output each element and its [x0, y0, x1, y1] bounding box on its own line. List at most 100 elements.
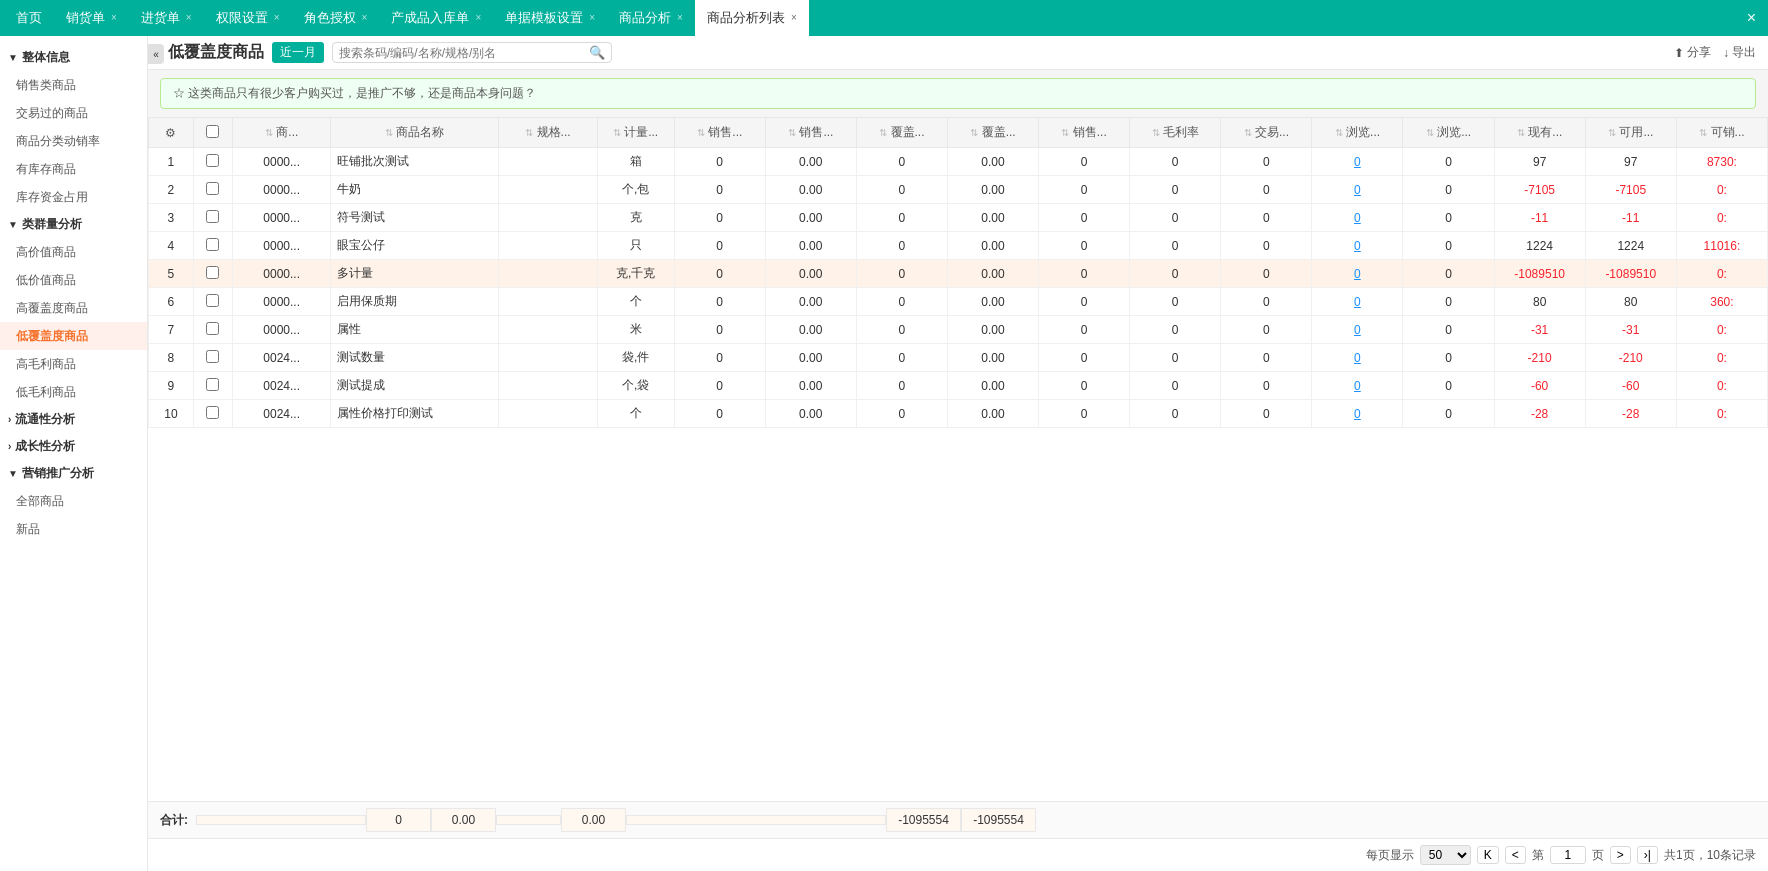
sidebar-item-high-margin[interactable]: 高毛利商品	[0, 350, 147, 378]
prev-page-button[interactable]: <	[1505, 846, 1526, 864]
next-page-button[interactable]: >	[1610, 846, 1631, 864]
sidebar-item-sales-goods[interactable]: 销售类商品	[0, 71, 147, 99]
sidebar-item-high-coverage[interactable]: 高覆盖度商品	[0, 294, 147, 322]
sidebar-item-inventory-capital[interactable]: 库存资金占用	[0, 183, 147, 211]
cell-browse1[interactable]: 0	[1312, 176, 1403, 204]
col-header-spec[interactable]: ⇅ 规格...	[499, 118, 597, 148]
row-checkbox[interactable]	[206, 378, 219, 391]
cell-check[interactable]	[193, 204, 232, 232]
per-page-select[interactable]: 50 10 20 100	[1420, 845, 1471, 865]
col-header-sales-times[interactable]: ⇅ 销售...	[1039, 118, 1130, 148]
nav-close-icon[interactable]: ×	[475, 0, 481, 36]
col-header-saleable[interactable]: ⇅ 可销...	[1676, 118, 1767, 148]
nav-role-auth[interactable]: 角色授权 ×	[292, 0, 380, 36]
cell-browse1[interactable]: 0	[1312, 344, 1403, 372]
nav-close-icon[interactable]: ×	[111, 0, 117, 36]
sidebar-item-stocked-goods[interactable]: 有库存商品	[0, 155, 147, 183]
nav-product-analysis[interactable]: 商品分析 ×	[607, 0, 695, 36]
nav-template-settings[interactable]: 单据模板设置 ×	[493, 0, 607, 36]
col-header-gross-rate[interactable]: ⇅ 毛利率	[1130, 118, 1221, 148]
sidebar-item-low-coverage[interactable]: 低覆盖度商品	[0, 322, 147, 350]
window-close-button[interactable]: ×	[1747, 9, 1764, 27]
page-number-input[interactable]	[1550, 846, 1586, 864]
cell-browse1[interactable]: 0	[1312, 260, 1403, 288]
col-header-sales-amt[interactable]: ⇅ 销售...	[765, 118, 856, 148]
cell-check[interactable]	[193, 260, 232, 288]
sidebar-item-category-rate[interactable]: 商品分类动销率	[0, 127, 147, 155]
col-header-settings[interactable]: ⚙	[149, 118, 194, 148]
cell-browse1[interactable]: 0	[1312, 316, 1403, 344]
period-button[interactable]: 近一月	[272, 42, 324, 63]
col-header-browse2[interactable]: ⇅ 浏览...	[1403, 118, 1494, 148]
sidebar-item-low-value[interactable]: 低价值商品	[0, 266, 147, 294]
nav-permission-settings[interactable]: 权限设置 ×	[204, 0, 292, 36]
row-checkbox[interactable]	[206, 210, 219, 223]
sidebar-item-all-goods[interactable]: 全部商品	[0, 487, 147, 515]
share-button[interactable]: ⬆ 分享	[1674, 44, 1711, 61]
cell-check[interactable]	[193, 232, 232, 260]
cell-available: 97	[1585, 148, 1676, 176]
col-header-browse1[interactable]: ⇅ 浏览...	[1312, 118, 1403, 148]
cell-check[interactable]	[193, 372, 232, 400]
nav-close-icon[interactable]: ×	[274, 0, 280, 36]
cell-check[interactable]	[193, 176, 232, 204]
col-header-sales-qty[interactable]: ⇅ 销售...	[674, 118, 765, 148]
nav-close-icon-active[interactable]: ×	[791, 0, 797, 36]
row-checkbox[interactable]	[206, 406, 219, 419]
nav-purchase-order[interactable]: 进货单 ×	[129, 0, 204, 36]
cell-check[interactable]	[193, 400, 232, 428]
row-checkbox[interactable]	[206, 322, 219, 335]
sidebar-item-new-goods[interactable]: 新品	[0, 515, 147, 543]
col-header-trade[interactable]: ⇅ 交易...	[1221, 118, 1312, 148]
row-checkbox[interactable]	[206, 294, 219, 307]
col-header-unit[interactable]: ⇅ 计量...	[597, 118, 674, 148]
sidebar-item-high-value[interactable]: 高价值商品	[0, 238, 147, 266]
total-records-info: 共1页，10条记录	[1664, 847, 1756, 864]
row-checkbox[interactable]	[206, 350, 219, 363]
first-page-button[interactable]: K	[1477, 846, 1499, 864]
row-checkbox[interactable]	[206, 238, 219, 251]
sidebar-section-overall[interactable]: ▼ 整体信息	[0, 44, 147, 71]
cell-check[interactable]	[193, 148, 232, 176]
cell-check[interactable]	[193, 344, 232, 372]
cell-browse1[interactable]: 0	[1312, 400, 1403, 428]
sidebar-section-liquidity[interactable]: › 流通性分析	[0, 406, 147, 433]
cell-check[interactable]	[193, 316, 232, 344]
col-header-coverage2[interactable]: ⇅ 覆盖...	[947, 118, 1038, 148]
sidebar-item-traded-goods[interactable]: 交易过的商品	[0, 99, 147, 127]
sidebar-section-growth[interactable]: › 成长性分析	[0, 433, 147, 460]
select-all-checkbox[interactable]	[206, 125, 219, 138]
last-page-button[interactable]: ›|	[1637, 846, 1658, 864]
col-header-available[interactable]: ⇅ 可用...	[1585, 118, 1676, 148]
nav-close-icon[interactable]: ×	[362, 0, 368, 36]
cell-check[interactable]	[193, 288, 232, 316]
sidebar-section-marketing[interactable]: ▼ 营销推广分析	[0, 460, 147, 487]
row-checkbox[interactable]	[206, 154, 219, 167]
nav-product-analysis-list[interactable]: 商品分析列表 ×	[695, 0, 809, 36]
nav-sales-order[interactable]: 销货单 ×	[54, 0, 129, 36]
sidebar-item-low-margin[interactable]: 低毛利商品	[0, 378, 147, 406]
cell-sales-amt: 0.00	[765, 260, 856, 288]
col-header-current[interactable]: ⇅ 现有...	[1494, 118, 1585, 148]
nav-close-icon[interactable]: ×	[677, 0, 683, 36]
col-header-checkbox[interactable]	[193, 118, 232, 148]
col-header-name[interactable]: ⇅ 商品名称	[331, 118, 499, 148]
cell-browse1[interactable]: 0	[1312, 148, 1403, 176]
table-row: 1 0000... 旺铺批次测试 箱 0 0.00 0 0.00 0 0 0 0…	[149, 148, 1768, 176]
nav-finished-goods[interactable]: 产成品入库单 ×	[379, 0, 493, 36]
col-header-coverage1[interactable]: ⇅ 覆盖...	[856, 118, 947, 148]
export-button[interactable]: ↓ 导出	[1723, 44, 1756, 61]
search-input[interactable]	[339, 46, 589, 60]
sidebar-section-cluster[interactable]: ▼ 类群量分析	[0, 211, 147, 238]
sidebar-collapse-button[interactable]: «	[148, 44, 164, 64]
nav-home[interactable]: 首页	[4, 0, 54, 36]
cell-browse1[interactable]: 0	[1312, 288, 1403, 316]
row-checkbox[interactable]	[206, 266, 219, 279]
cell-browse1[interactable]: 0	[1312, 204, 1403, 232]
cell-browse1[interactable]: 0	[1312, 372, 1403, 400]
cell-browse1[interactable]: 0	[1312, 232, 1403, 260]
row-checkbox[interactable]	[206, 182, 219, 195]
nav-close-icon[interactable]: ×	[589, 0, 595, 36]
nav-close-icon[interactable]: ×	[186, 0, 192, 36]
col-header-code[interactable]: ⇅ 商...	[233, 118, 331, 148]
